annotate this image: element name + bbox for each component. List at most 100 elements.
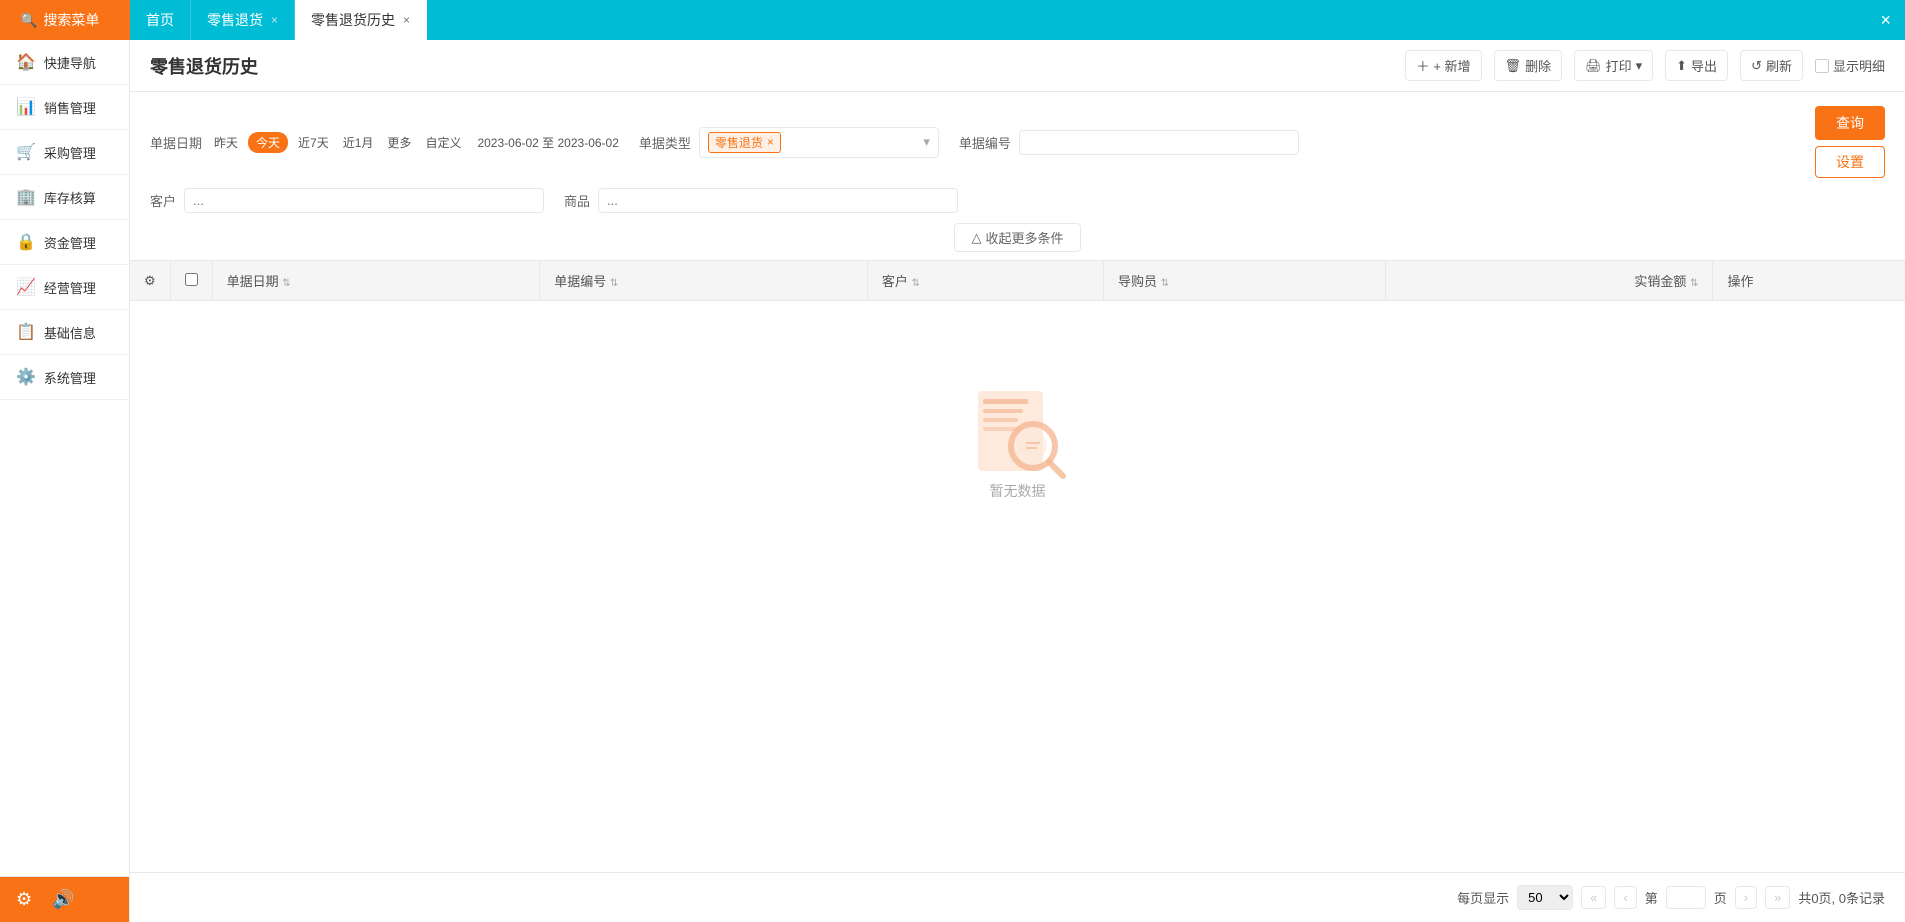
first-page-btn[interactable]: « — [1581, 886, 1606, 909]
home-icon: 🏠 — [16, 52, 36, 72]
collapse-icon: △ — [971, 230, 981, 246]
finance-icon: 🔒 — [16, 232, 36, 252]
search-icon: 🔍 — [20, 12, 37, 29]
th-action: 操作 — [1713, 261, 1905, 301]
sidebar-item-label: 采购管理 — [44, 143, 96, 162]
filter-row-2: 客户 商品 — [150, 188, 1885, 213]
export-icon: ⬆ — [1676, 58, 1687, 74]
delete-icon: 🗑 — [1505, 58, 1522, 74]
voucher-no-label: 单据编号 — [959, 133, 1011, 152]
empty-state-cell: 暂无数据 — [130, 301, 1905, 582]
tab-bar: 首页 零售退货 × 零售退货历史 × — [130, 0, 1866, 40]
sidebar-item-inventory[interactable]: 🏢 库存核算 — [0, 175, 129, 220]
page-label: 第 — [1645, 888, 1658, 907]
date-7days[interactable]: 近7天 — [294, 132, 333, 153]
sidebar: 🏠 快捷导航 📊 销售管理 🛒 采购管理 🏢 库存核算 🔒 资金管理 📈 经营管… — [0, 40, 130, 922]
empty-state-row: 暂无数据 — [130, 301, 1905, 582]
voucher-no-filter: 单据编号 — [959, 130, 1299, 155]
display-detail-toggle[interactable]: 显示明细 — [1815, 56, 1885, 75]
sidebar-item-system[interactable]: ⚙️ 系统管理 — [0, 355, 129, 400]
total-text: 共0页, 0条记录 — [1798, 888, 1885, 907]
sidebar-item-purchase[interactable]: 🛒 采购管理 — [0, 130, 129, 175]
new-icon: ＋ — [1416, 56, 1429, 75]
collapse-filter-btn[interactable]: △ 收起更多条件 — [954, 223, 1080, 252]
settings-gear-icon[interactable]: ⚙ — [16, 889, 32, 910]
delete-button[interactable]: 🗑 删除 — [1494, 50, 1563, 81]
date-yesterday[interactable]: 昨天 — [210, 132, 242, 153]
sort-icon-date[interactable]: ⇅ — [282, 278, 290, 289]
display-detail-checkbox[interactable] — [1815, 59, 1829, 73]
voucher-type-select[interactable]: 零售退货 × ▾ — [699, 127, 939, 158]
export-button[interactable]: ⬆ 导出 — [1665, 50, 1728, 81]
table-container: ⚙ 单据日期 ⇅ 单据编号 ⇅ — [130, 261, 1905, 872]
sidebar-item-finance[interactable]: 🔒 资金管理 — [0, 220, 129, 265]
tab-retail-return-history[interactable]: 零售退货历史 × — [295, 0, 427, 40]
sidebar-item-label: 系统管理 — [44, 368, 96, 387]
goods-input[interactable] — [598, 188, 958, 213]
date-1month[interactable]: 近1月 — [339, 132, 378, 153]
select-dropdown-icon: ▾ — [923, 134, 930, 150]
search-menu-label: 搜索菜单 — [43, 10, 99, 30]
table-head: ⚙ 单据日期 ⇅ 单据编号 ⇅ — [130, 261, 1905, 301]
sidebar-item-label: 经营管理 — [44, 278, 96, 297]
tab-home[interactable]: 首页 — [130, 0, 191, 40]
date-filter-label: 单据日期 — [150, 133, 202, 152]
voucher-type-tag: 零售退货 × — [708, 132, 781, 153]
page-suffix: 页 — [1714, 888, 1727, 907]
date-shortcuts: 昨天 今天 近7天 近1月 更多 自定义 — [210, 132, 465, 153]
settings-column-icon[interactable]: ⚙ — [144, 273, 156, 288]
select-all-checkbox[interactable] — [185, 273, 198, 286]
close-tab-retail-return[interactable]: × — [271, 13, 278, 27]
system-icon: ⚙️ — [16, 367, 36, 387]
sort-icon-guide[interactable]: ⇅ — [1161, 278, 1169, 289]
page-input[interactable]: 1 — [1666, 886, 1706, 909]
close-tab-retail-return-history[interactable]: × — [403, 13, 410, 27]
setting-button[interactable]: 设置 — [1815, 146, 1885, 178]
sort-icon-customer[interactable]: ⇅ — [912, 278, 920, 289]
sidebar-item-management[interactable]: 📈 经营管理 — [0, 265, 129, 310]
basic-info-icon: 📋 — [16, 322, 36, 342]
refresh-button[interactable]: ↺ 刷新 — [1740, 50, 1803, 81]
print-dropdown-icon: ▾ — [1636, 58, 1643, 74]
sidebar-item-label: 库存核算 — [44, 188, 96, 207]
window-close-btn[interactable]: × — [1866, 10, 1905, 31]
date-today[interactable]: 今天 — [248, 132, 288, 153]
th-voucher-date: 单据日期 ⇅ — [212, 261, 540, 301]
search-buttons: 查询 设置 — [1815, 106, 1885, 178]
volume-icon[interactable]: 🔊 — [52, 889, 74, 910]
export-label: 导出 — [1691, 56, 1717, 75]
goods-filter: 商品 — [564, 188, 958, 213]
new-label: + 新增 — [1433, 56, 1470, 75]
print-button[interactable]: 🖨 打印 ▾ — [1574, 50, 1653, 81]
th-checkbox[interactable] — [170, 261, 212, 301]
voucher-no-input[interactable] — [1019, 130, 1299, 155]
sort-icon-no[interactable]: ⇅ — [610, 278, 618, 289]
th-settings[interactable]: ⚙ — [130, 261, 170, 301]
delete-label: 删除 — [1525, 56, 1551, 75]
last-page-btn[interactable]: » — [1765, 886, 1790, 909]
date-more[interactable]: 更多 — [383, 132, 415, 153]
per-page-select[interactable]: 50 100 200 — [1517, 885, 1573, 910]
prev-page-btn[interactable]: ‹ — [1614, 886, 1636, 909]
search-menu-btn[interactable]: 🔍 搜索菜单 — [0, 0, 130, 40]
customer-input[interactable] — [184, 188, 544, 213]
sidebar-item-quick-nav[interactable]: 🏠 快捷导航 — [0, 40, 129, 85]
new-button[interactable]: ＋ + 新增 — [1405, 50, 1481, 81]
inventory-icon: 🏢 — [16, 187, 36, 207]
voucher-type-label: 单据类型 — [639, 133, 691, 152]
print-label: 打印 — [1606, 56, 1632, 75]
filter-row-1: 单据日期 昨天 今天 近7天 近1月 更多 自定义 2023-06-02 至 2… — [150, 106, 1885, 178]
next-page-btn[interactable]: › — [1735, 886, 1757, 909]
sidebar-item-label: 资金管理 — [44, 233, 96, 252]
sort-icon-amount[interactable]: ⇅ — [1690, 278, 1698, 289]
query-button[interactable]: 查询 — [1815, 106, 1885, 140]
date-filter: 单据日期 昨天 今天 近7天 近1月 更多 自定义 2023-06-02 至 2… — [150, 132, 619, 153]
tab-retail-return[interactable]: 零售退货 × — [191, 0, 295, 40]
top-navigation: 🔍 搜索菜单 首页 零售退货 × 零售退货历史 × × — [0, 0, 1905, 40]
sidebar-item-sales[interactable]: 📊 销售管理 — [0, 85, 129, 130]
refresh-icon: ↺ — [1751, 58, 1762, 74]
tag-close-icon[interactable]: × — [767, 135, 774, 149]
sidebar-item-basic-info[interactable]: 📋 基础信息 — [0, 310, 129, 355]
per-page-label: 每页显示 — [1457, 888, 1509, 907]
date-custom[interactable]: 自定义 — [421, 132, 465, 153]
